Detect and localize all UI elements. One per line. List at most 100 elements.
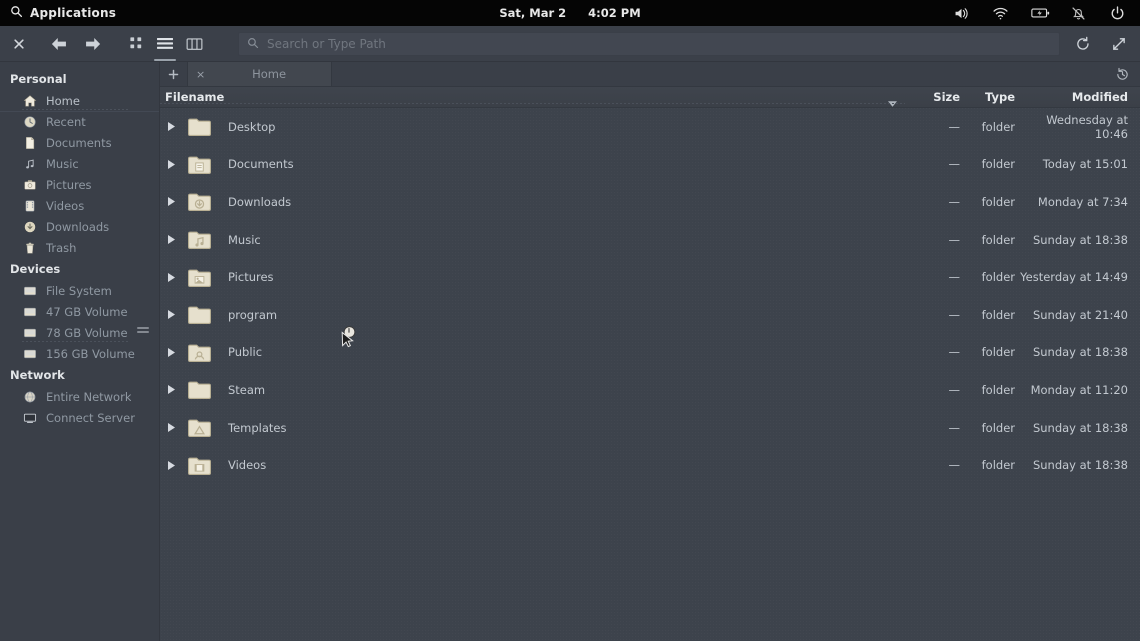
cell-modified: Sunday at 18:38	[1032, 458, 1128, 473]
sidebar-item-label: Connect Server	[46, 410, 135, 425]
file-manager-toolbar: Search or Type Path	[0, 26, 1140, 62]
places-sidebar[interactable]: Personal Home Recent Documents Music Pictures…	[0, 62, 160, 641]
cell-filename: Videos	[160, 453, 905, 478]
system-tray	[953, 5, 1140, 22]
cell-filename: Templates	[160, 415, 905, 440]
sidebar-item-file-system[interactable]: File System	[0, 280, 159, 301]
column-header-type[interactable]: Type	[960, 90, 1015, 104]
expand-triangle-icon[interactable]	[160, 347, 182, 357]
column-headers: Filename Size Type Modified	[160, 87, 1140, 108]
cell-type: folder	[981, 420, 1015, 435]
expand-triangle-icon[interactable]	[160, 159, 182, 169]
column-header-modified[interactable]: Modified	[1015, 90, 1140, 104]
sidebar-item-videos[interactable]: Videos	[0, 195, 159, 216]
table-row[interactable]: Documents — folder Today at 15:01	[160, 146, 1140, 184]
expand-triangle-icon[interactable]	[160, 310, 182, 320]
applications-menu-button[interactable]: Applications	[0, 0, 126, 26]
folder-icon	[182, 302, 216, 327]
view-mode-group	[122, 30, 208, 61]
close-window-button[interactable]	[4, 29, 34, 59]
search-input[interactable]: Search or Type Path	[238, 31, 1060, 56]
sidebar-section-title-personal: Personal	[10, 72, 67, 86]
eject-icon[interactable]	[137, 327, 149, 338]
column-view-button[interactable]	[180, 30, 208, 58]
sidebar-item-156-gb-volume[interactable]: 156 GB Volume	[0, 343, 159, 364]
sidebar-item-pictures[interactable]: Pictures	[0, 174, 159, 195]
column-header-size[interactable]: Size	[905, 90, 960, 104]
cell-size: —	[948, 270, 961, 285]
fullscreen-icon[interactable]	[1104, 29, 1134, 59]
cell-type: folder	[981, 307, 1015, 322]
history-icon[interactable]	[1105, 62, 1140, 86]
search-placeholder: Search or Type Path	[267, 36, 386, 51]
tab-label: Home	[252, 67, 287, 81]
cell-filename: Downloads	[160, 189, 905, 214]
sidebar-item-entire-network[interactable]: Entire Network	[0, 386, 159, 407]
sidebar-item-47-gb-volume[interactable]: 47 GB Volume	[0, 301, 159, 322]
table-row[interactable]: Steam — folder Monday at 11:20	[160, 371, 1140, 409]
cell-type: folder	[981, 270, 1015, 285]
power-icon[interactable]	[1109, 5, 1126, 22]
list-view-button[interactable]	[151, 30, 179, 61]
volume-icon[interactable]	[953, 5, 970, 22]
search-icon	[10, 5, 23, 21]
panel-time: 4:02 PM	[588, 6, 641, 20]
expand-triangle-icon[interactable]	[160, 460, 182, 470]
table-row[interactable]: Downloads — folder Monday at 7:34	[160, 183, 1140, 221]
server-icon	[22, 410, 37, 425]
sidebar-item-underline	[22, 109, 129, 110]
tab-home[interactable]: × Home	[188, 62, 332, 86]
folder-pictures-icon	[182, 265, 216, 290]
table-row[interactable]: Templates — folder Sunday at 18:38	[160, 409, 1140, 447]
back-button[interactable]	[44, 29, 74, 59]
wifi-icon[interactable]	[992, 5, 1009, 22]
sidebar-item-label: Documents	[46, 135, 112, 150]
navigation-buttons	[44, 29, 108, 59]
sidebar-item-label: File System	[46, 283, 112, 298]
sidebar-item-documents[interactable]: Documents	[0, 132, 159, 153]
table-row[interactable]: program — folder Sunday at 21:40	[160, 296, 1140, 334]
folder-documents-icon	[182, 152, 216, 177]
reload-icon[interactable]	[1068, 29, 1098, 59]
table-row[interactable]: Videos — folder Sunday at 18:38	[160, 446, 1140, 484]
battery-icon[interactable]	[1031, 5, 1050, 22]
sidebar-item-label: Downloads	[46, 219, 110, 234]
sidebar-item-trash[interactable]: Trash	[0, 237, 159, 258]
new-tab-button[interactable]	[160, 62, 188, 86]
sidebar-item-home[interactable]: Home	[0, 90, 159, 112]
icon-view-button[interactable]	[122, 30, 150, 58]
sidebar-item-connect-server[interactable]: Connect Server	[0, 407, 159, 428]
tab-bar: × Home	[160, 62, 1140, 87]
cell-filename: Steam	[160, 377, 905, 402]
sidebar-item-music[interactable]: Music	[0, 153, 159, 174]
documents-icon	[22, 135, 37, 150]
cell-modified: Sunday at 18:38	[1032, 232, 1128, 247]
cell-size: —	[948, 420, 961, 435]
expand-triangle-icon[interactable]	[160, 235, 182, 245]
table-row[interactable]: Music — folder Sunday at 18:38	[160, 221, 1140, 259]
expand-triangle-icon[interactable]	[160, 197, 182, 207]
cell-type: folder	[981, 458, 1015, 473]
file-list[interactable]: Desktop — folder Wednesday at 10:46 Document…	[160, 108, 1140, 484]
notifications-muted-icon[interactable]	[1070, 5, 1087, 22]
expand-triangle-icon[interactable]	[160, 385, 182, 395]
file-name-label: Public	[228, 345, 263, 360]
cell-modified: Yesterday at 14:49	[1020, 270, 1128, 285]
toolbar-right-actions	[1068, 29, 1140, 59]
table-row[interactable]: Pictures — folder Yesterday at 14:49	[160, 258, 1140, 296]
tab-close-icon[interactable]: ×	[196, 69, 205, 80]
forward-button[interactable]	[78, 29, 108, 59]
expand-triangle-icon[interactable]	[160, 423, 182, 433]
sidebar-item-recent[interactable]: Recent	[0, 111, 159, 132]
sidebar-item-downloads[interactable]: Downloads	[0, 216, 159, 237]
expand-triangle-icon[interactable]	[160, 122, 182, 132]
table-row[interactable]: Public — folder Sunday at 18:38	[160, 334, 1140, 372]
sidebar-item-label: 156 GB Volume	[46, 346, 135, 361]
expand-triangle-icon[interactable]	[160, 272, 182, 282]
sidebar-item-78-gb-volume[interactable]: 78 GB Volume	[0, 322, 159, 343]
column-header-filename[interactable]: Filename	[160, 90, 905, 107]
search-icon	[247, 34, 259, 53]
file-browser-pane: × Home Filename Size Type Modified Deskt…	[160, 62, 1140, 641]
pictures-icon	[22, 177, 37, 192]
table-row[interactable]: Desktop — folder Wednesday at 10:46	[160, 108, 1140, 146]
